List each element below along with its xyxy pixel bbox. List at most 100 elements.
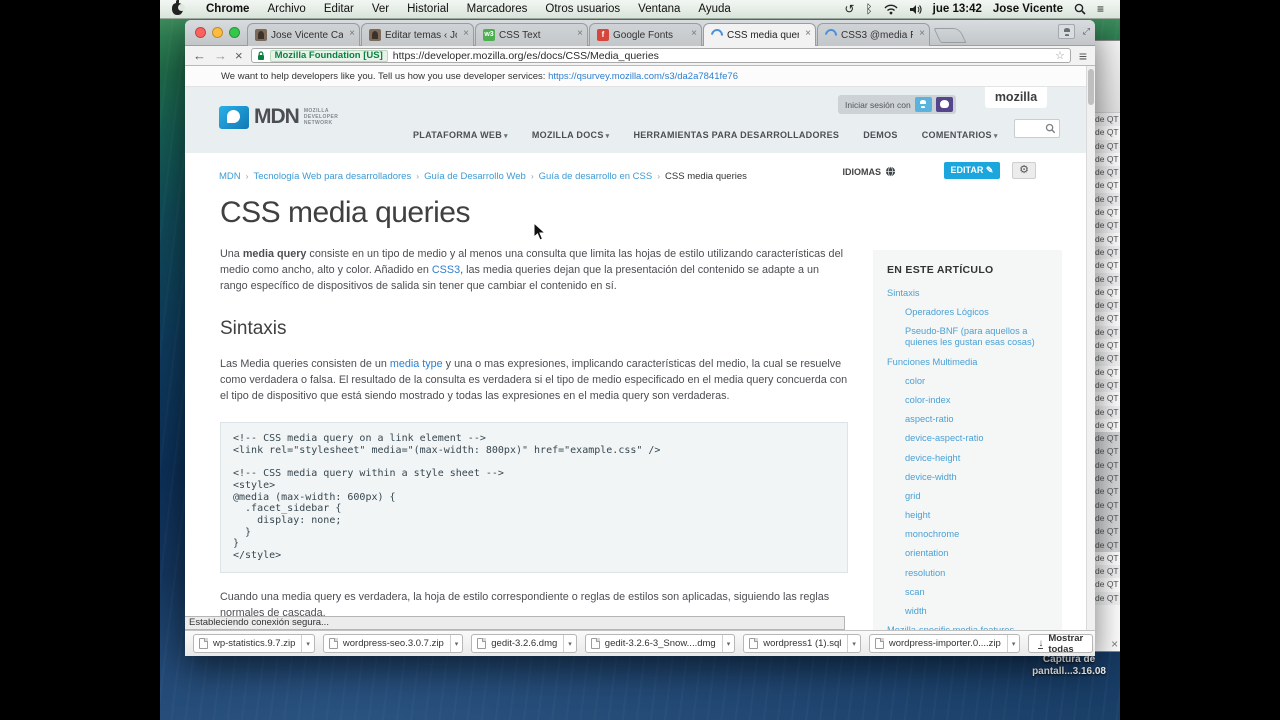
breadcrumb-link[interactable]: MDN <box>219 171 241 182</box>
time-machine-icon[interactable]: ↺ <box>844 0 854 19</box>
toc-link[interactable]: color <box>905 376 1050 387</box>
new-tab-button[interactable] <box>933 28 967 43</box>
menu-item-ayuda[interactable]: Ayuda <box>689 0 739 19</box>
toc-link[interactable]: width <box>905 606 1050 617</box>
omnibox[interactable]: Mozilla Foundation [US] https://develope… <box>250 48 1071 63</box>
download-item[interactable]: wordpress1 (1).sql ▾ <box>743 634 861 653</box>
browser-tab[interactable]: Jose Vicente Carratala - Fo × <box>247 23 360 46</box>
fullscreen-icon[interactable]: ⤢ <box>1083 26 1090 37</box>
menu-bar-user[interactable]: Jose Vicente <box>993 3 1063 15</box>
menu-item-archivo[interactable]: Archivo <box>258 0 314 19</box>
download-item[interactable]: wordpress-importer.0....zip ▾ <box>868 634 1021 653</box>
toc-link[interactable]: device-width <box>905 472 1050 483</box>
menu-item-ver[interactable]: Ver <box>363 0 398 19</box>
toc-link[interactable]: scan <box>905 587 1050 598</box>
menu-item-chrome[interactable]: Chrome <box>197 0 258 19</box>
menu-item-ventana[interactable]: Ventana <box>629 0 689 19</box>
show-all-downloads-button[interactable]: ↓ Mostrar todas <box>1028 633 1094 655</box>
toc-link[interactable]: Sintaxis <box>887 288 1050 299</box>
download-caret-icon[interactable]: ▾ <box>847 635 860 652</box>
mozilla-wordmark-tab[interactable]: mozilla <box>985 87 1047 108</box>
url-text[interactable]: https://developer.mozilla.org/es/docs/CS… <box>393 50 659 62</box>
breadcrumb-link[interactable]: Guía de desarrollo en CSS <box>539 171 653 182</box>
menu-item-marcadores[interactable]: Marcadores <box>458 0 537 19</box>
back-button[interactable]: ← <box>193 47 206 65</box>
download-caret-icon[interactable]: ▾ <box>449 635 463 652</box>
toc-link[interactable]: height <box>905 510 1050 521</box>
wifi-icon[interactable] <box>884 4 898 15</box>
menu-item-historial[interactable]: Historial <box>398 0 458 19</box>
stop-button[interactable]: × <box>235 47 243 65</box>
browser-tab[interactable]: w3 CSS Text × <box>475 23 588 46</box>
mdn-nav-mozilla[interactable]: MOZILLA DOCS ▾ <box>532 130 610 140</box>
tab-close-icon[interactable]: × <box>349 28 355 40</box>
mdn-nav-plataforma[interactable]: PLATAFORMA WEB ▾ <box>413 130 508 140</box>
profile-avatar-button[interactable] <box>1057 24 1075 39</box>
minimize-window-button[interactable] <box>212 27 223 38</box>
download-caret-icon[interactable]: ▾ <box>563 635 576 652</box>
tab-close-icon[interactable]: × <box>463 28 469 40</box>
scrollbar-thumb[interactable] <box>1088 69 1094 105</box>
inline-link[interactable]: media type <box>390 358 443 370</box>
mdn-nav-demos[interactable]: DEMOS <box>863 130 898 140</box>
close-window-button[interactable] <box>195 27 206 38</box>
search-input[interactable] <box>1014 119 1060 138</box>
browser-tab[interactable]: CSS media queries – CSS | × <box>703 23 816 46</box>
browser-tab[interactable]: Editar temas ‹ Jose Vicente × <box>361 23 474 46</box>
menu-item-otros-usuarios[interactable]: Otros usuarios <box>536 0 629 19</box>
toc-link[interactable]: grid <box>905 491 1050 502</box>
breadcrumb-link[interactable]: Guía de Desarrollo Web <box>424 171 526 182</box>
toc-link[interactable]: monochrome <box>905 529 1050 540</box>
toc-link[interactable]: device-height <box>905 453 1050 464</box>
browser-tab[interactable]: f Google Fonts × <box>589 23 702 46</box>
page-scrollbar[interactable] <box>1086 66 1095 630</box>
bluetooth-icon[interactable]: ᛒ <box>865 0 872 19</box>
tab-close-icon[interactable]: × <box>691 28 697 40</box>
idiomas-button[interactable]: IDIOMAS <box>842 166 896 177</box>
volume-icon[interactable] <box>909 4 922 15</box>
download-item[interactable]: gedit-3.2.6.dmg ▾ <box>471 634 577 653</box>
menu-item-editar[interactable]: Editar <box>315 0 363 19</box>
tab-close-icon[interactable]: × <box>577 28 583 40</box>
toc-link[interactable]: Operadores Lógicos <box>905 307 1050 318</box>
toc-link[interactable]: orientation <box>905 548 1050 559</box>
toc-link[interactable]: device-aspect-ratio <box>905 433 1050 444</box>
survey-link[interactable]: https://qsurvey.mozilla.com/s3/da2a7841f… <box>548 71 738 82</box>
mdn-nav-herramientas[interactable]: HERRAMIENTAS PARA DESARROLLADORES <box>633 130 839 140</box>
download-item[interactable]: gedit-3.2.6-3_Snow....dmg ▾ <box>584 634 736 653</box>
github-login-button[interactable] <box>935 97 953 112</box>
download-caret-icon[interactable]: ▾ <box>301 635 314 652</box>
code-block[interactable]: <!-- CSS media query on a link element -… <box>220 422 848 573</box>
download-item[interactable]: wordpress-seo.3.0.7.zip ▾ <box>322 634 464 653</box>
download-caret-icon[interactable]: ▾ <box>1006 635 1020 652</box>
forward-button[interactable]: → <box>214 47 227 65</box>
editar-button[interactable]: EDITAR ✎ <box>944 162 1000 179</box>
ev-certificate-badge[interactable]: Mozilla Foundation [US] <box>269 49 388 62</box>
menu-bar-clock[interactable]: jue 13:42 <box>933 3 982 15</box>
desktop-file-label[interactable]: Captura de pantall...3.16.08 <box>1032 654 1106 678</box>
downloads-bar-close-icon[interactable]: × <box>1101 637 1120 651</box>
notification-center-icon[interactable]: ≡ <box>1097 0 1104 19</box>
download-caret-icon[interactable]: ▾ <box>721 635 735 652</box>
background-window-row: de QT <box>1091 511 1120 526</box>
spotlight-icon[interactable] <box>1074 3 1086 15</box>
download-item[interactable]: wp-statistics.9.7.zip ▾ <box>193 634 315 653</box>
zoom-window-button[interactable] <box>229 27 240 38</box>
toc-link[interactable]: aspect-ratio <box>905 414 1050 425</box>
mdn-nav-comentarios[interactable]: COMENTARIOS ▾ <box>922 130 998 140</box>
persona-login-button[interactable] <box>914 97 932 112</box>
inline-link[interactable]: CSS3 <box>432 264 460 276</box>
tab-close-icon[interactable]: × <box>805 28 811 40</box>
bookmark-star-icon[interactable]: ☆ <box>1055 49 1065 62</box>
breadcrumb-link[interactable]: Tecnología Web para desarrolladores <box>253 171 411 182</box>
mdn-logo[interactable]: MDN MOZILLA DEVELOPER NETWORK <box>219 105 338 129</box>
browser-tab[interactable]: CSS3 @media Rule × <box>817 23 930 46</box>
toc-link[interactable]: Pseudo-BNF (para aquellos a quienes les … <box>905 326 1050 348</box>
apple-icon[interactable] <box>172 0 185 15</box>
toc-link[interactable]: resolution <box>905 568 1050 579</box>
toc-link[interactable]: Funciones Multimedia <box>887 357 1050 368</box>
chrome-menu-icon[interactable]: ≡ <box>1079 48 1087 64</box>
tab-close-icon[interactable]: × <box>919 28 925 40</box>
toc-link[interactable]: color-index <box>905 395 1050 406</box>
settings-gear-button[interactable]: ⚙ <box>1012 162 1036 179</box>
